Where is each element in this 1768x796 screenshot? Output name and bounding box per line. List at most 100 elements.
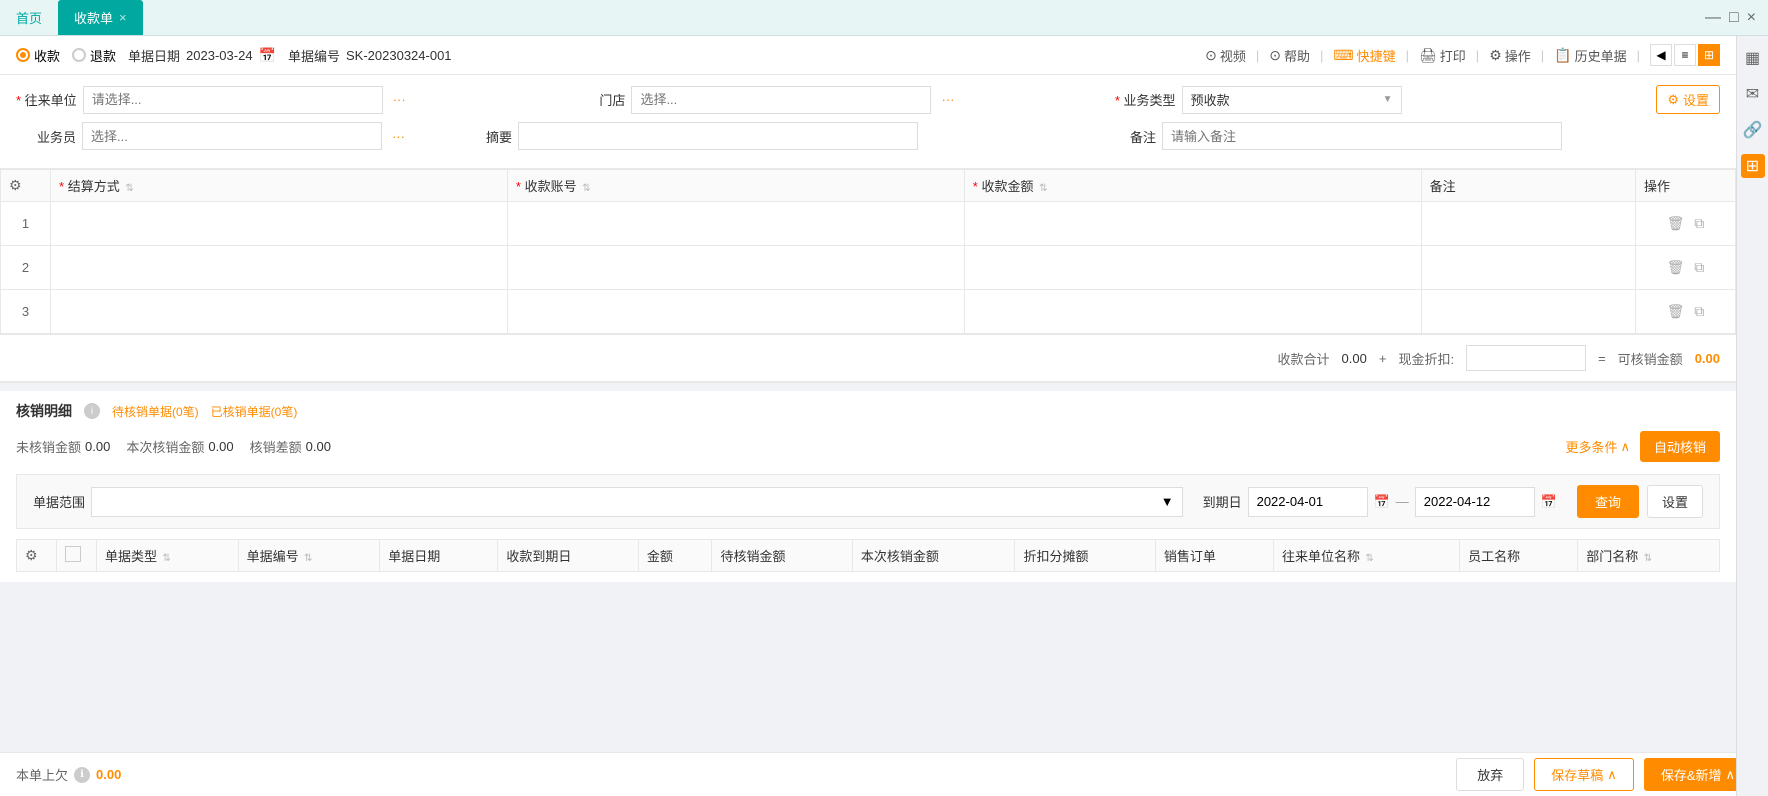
layout-prev[interactable]: ◀ bbox=[1650, 44, 1672, 66]
layout-list[interactable]: ≡ bbox=[1674, 44, 1696, 66]
discount-input[interactable] bbox=[1466, 345, 1586, 371]
receipt-radio[interactable]: 收款 bbox=[16, 46, 60, 65]
row-1-settlement[interactable] bbox=[51, 202, 508, 246]
bt-sort-dept-icon[interactable]: ⇅ bbox=[1644, 553, 1652, 564]
footer-right: 放弃 保存草稿 ∧ 保存&新增 ∧ bbox=[1456, 758, 1752, 791]
range-label: 单据范围 bbox=[33, 492, 85, 511]
store-more-icon[interactable]: ··· bbox=[941, 92, 954, 107]
sidebar-clip-icon[interactable]: 🔗 bbox=[1741, 118, 1765, 142]
bt-sort-partner-icon[interactable]: ⇅ bbox=[1365, 553, 1373, 564]
settings-label: 设置 bbox=[1683, 90, 1709, 109]
more-conditions-link[interactable]: 更多条件 ∧ bbox=[1565, 437, 1630, 456]
footer-order-label: 本单上欠 bbox=[16, 765, 68, 784]
number-value: SK-20230324-001 bbox=[346, 48, 452, 63]
unverified-stat: 未核销金额 0.00 bbox=[16, 437, 110, 456]
row-1-amount[interactable] bbox=[964, 202, 1421, 246]
done-tab-link[interactable]: 已核销单据(0笔) bbox=[211, 403, 298, 420]
auto-verify-button[interactable]: 自动核销 bbox=[1640, 431, 1720, 462]
business-type-select[interactable]: 预收款 ▼ bbox=[1182, 86, 1402, 114]
video-action[interactable]: ⊙ 视频 bbox=[1205, 46, 1246, 65]
tab-home[interactable]: 首页 bbox=[0, 0, 58, 35]
copy-icon[interactable]: ⧉ bbox=[1694, 303, 1704, 319]
operations-action[interactable]: ⚙ 操作 bbox=[1489, 46, 1531, 65]
tab-receipt-label: 收款单 bbox=[74, 8, 113, 27]
table-row: 1 🗑 ⧉ bbox=[1, 202, 1736, 246]
video-label: 视频 bbox=[1220, 46, 1246, 65]
tab-receipt[interactable]: 收款单 × bbox=[58, 0, 143, 35]
abandon-button[interactable]: 放弃 bbox=[1456, 758, 1524, 791]
row-3-remark[interactable] bbox=[1421, 290, 1635, 334]
close-window-icon[interactable]: × bbox=[1747, 9, 1756, 27]
tab-home-label: 首页 bbox=[16, 8, 42, 27]
refund-radio[interactable]: 退款 bbox=[72, 46, 116, 65]
sidebar-orange-icon[interactable]: ⊞ bbox=[1741, 154, 1765, 178]
receipt-table-container: ⚙ * 结算方式 ⇅ * 收款账号 ⇅ * 收款金额 bbox=[0, 169, 1736, 334]
operations-icon: ⚙ bbox=[1489, 47, 1502, 64]
window-controls: — □ × bbox=[1705, 9, 1768, 27]
row-2-remark[interactable] bbox=[1421, 246, 1635, 290]
select-all-checkbox[interactable] bbox=[65, 546, 81, 562]
range-select[interactable]: ▼ bbox=[91, 487, 1183, 517]
delete-icon[interactable]: 🗑 bbox=[1667, 259, 1685, 275]
sidebar-mail-icon[interactable]: ✉ bbox=[1741, 82, 1765, 106]
minimize-icon[interactable]: — bbox=[1705, 9, 1721, 27]
search-settings-button[interactable]: 设置 bbox=[1647, 485, 1703, 518]
partner-input[interactable] bbox=[83, 86, 383, 114]
partner-more-icon[interactable]: ··· bbox=[393, 92, 406, 107]
pending-tab-link[interactable]: 待核销单据(0笔) bbox=[112, 403, 199, 420]
form-row-1: 往来单位 ··· 门店 ··· 业务类型 预收款 ▼ ⚙ 设置 bbox=[16, 85, 1720, 114]
maximize-icon[interactable]: □ bbox=[1729, 9, 1739, 27]
date-to-input[interactable] bbox=[1415, 487, 1535, 517]
settings-button[interactable]: ⚙ 设置 bbox=[1656, 85, 1720, 114]
table-settings-icon[interactable]: ⚙ bbox=[9, 177, 22, 193]
row-1-account[interactable] bbox=[507, 202, 964, 246]
layout-grid[interactable]: ⊞ bbox=[1698, 44, 1720, 66]
calendar-to-icon[interactable]: 📅 bbox=[1541, 494, 1557, 510]
date-from-input[interactable] bbox=[1248, 487, 1368, 517]
sort-settlement-icon[interactable]: ⇅ bbox=[125, 183, 133, 194]
row-3-settlement[interactable] bbox=[51, 290, 508, 334]
summary-input[interactable] bbox=[518, 122, 918, 150]
tab-close-icon[interactable]: × bbox=[119, 10, 127, 25]
sort-amount-icon[interactable]: ⇅ bbox=[1039, 183, 1047, 194]
delete-icon[interactable]: 🗑 bbox=[1667, 303, 1685, 319]
bt-col-discount-label: 折扣分摊额 bbox=[1023, 549, 1088, 564]
col-settlement-header: * 结算方式 ⇅ bbox=[51, 170, 508, 202]
row-2-account[interactable] bbox=[507, 246, 964, 290]
copy-icon[interactable]: ⧉ bbox=[1694, 215, 1704, 231]
range-field: 单据范围 ▼ bbox=[33, 487, 1183, 517]
store-input[interactable] bbox=[631, 86, 931, 114]
calendar-from-icon[interactable]: 📅 bbox=[1374, 494, 1390, 510]
diff-value: 0.00 bbox=[306, 439, 331, 454]
bt-sort-type-icon[interactable]: ⇅ bbox=[162, 553, 170, 564]
staff-more-icon[interactable]: ··· bbox=[392, 129, 405, 144]
help-action[interactable]: ⊙ 帮助 bbox=[1269, 46, 1310, 65]
row-1-remark[interactable] bbox=[1421, 202, 1635, 246]
save-draft-button[interactable]: 保存草稿 ∧ bbox=[1534, 758, 1634, 791]
print-action[interactable]: 🖨 打印 bbox=[1419, 46, 1466, 65]
staff-input[interactable] bbox=[82, 122, 382, 150]
bt-sort-number-icon[interactable]: ⇅ bbox=[304, 553, 312, 564]
remark-field: 备注 bbox=[1096, 122, 1720, 150]
date-separator: — bbox=[1396, 494, 1409, 509]
shortcut-action[interactable]: ⌨ 快捷键 bbox=[1333, 46, 1395, 65]
query-button[interactable]: 查询 bbox=[1577, 485, 1639, 518]
row-3-account[interactable] bbox=[507, 290, 964, 334]
delete-icon[interactable]: 🗑 bbox=[1667, 215, 1685, 231]
row-3-amount[interactable] bbox=[964, 290, 1421, 334]
date-calendar-icon[interactable]: 📅 bbox=[259, 47, 276, 64]
sort-account-icon[interactable]: ⇅ bbox=[582, 183, 590, 194]
footer-info-icon[interactable]: ℹ bbox=[74, 767, 90, 783]
partner-label: 往来单位 bbox=[16, 90, 77, 109]
refund-radio-label: 退款 bbox=[90, 46, 116, 65]
remark-input[interactable] bbox=[1162, 122, 1562, 150]
bt-settings-icon[interactable]: ⚙ bbox=[25, 547, 38, 563]
receipt-radio-label: 收款 bbox=[34, 46, 60, 65]
row-2-amount[interactable] bbox=[964, 246, 1421, 290]
copy-icon[interactable]: ⧉ bbox=[1694, 259, 1704, 275]
row-2-settlement[interactable] bbox=[51, 246, 508, 290]
info-icon[interactable]: i bbox=[84, 403, 100, 419]
history-action[interactable]: 📋 历史单据 bbox=[1554, 46, 1626, 65]
sidebar-table-icon[interactable]: ▦ bbox=[1741, 46, 1765, 70]
bt-col-due-label: 收款到期日 bbox=[506, 549, 571, 564]
